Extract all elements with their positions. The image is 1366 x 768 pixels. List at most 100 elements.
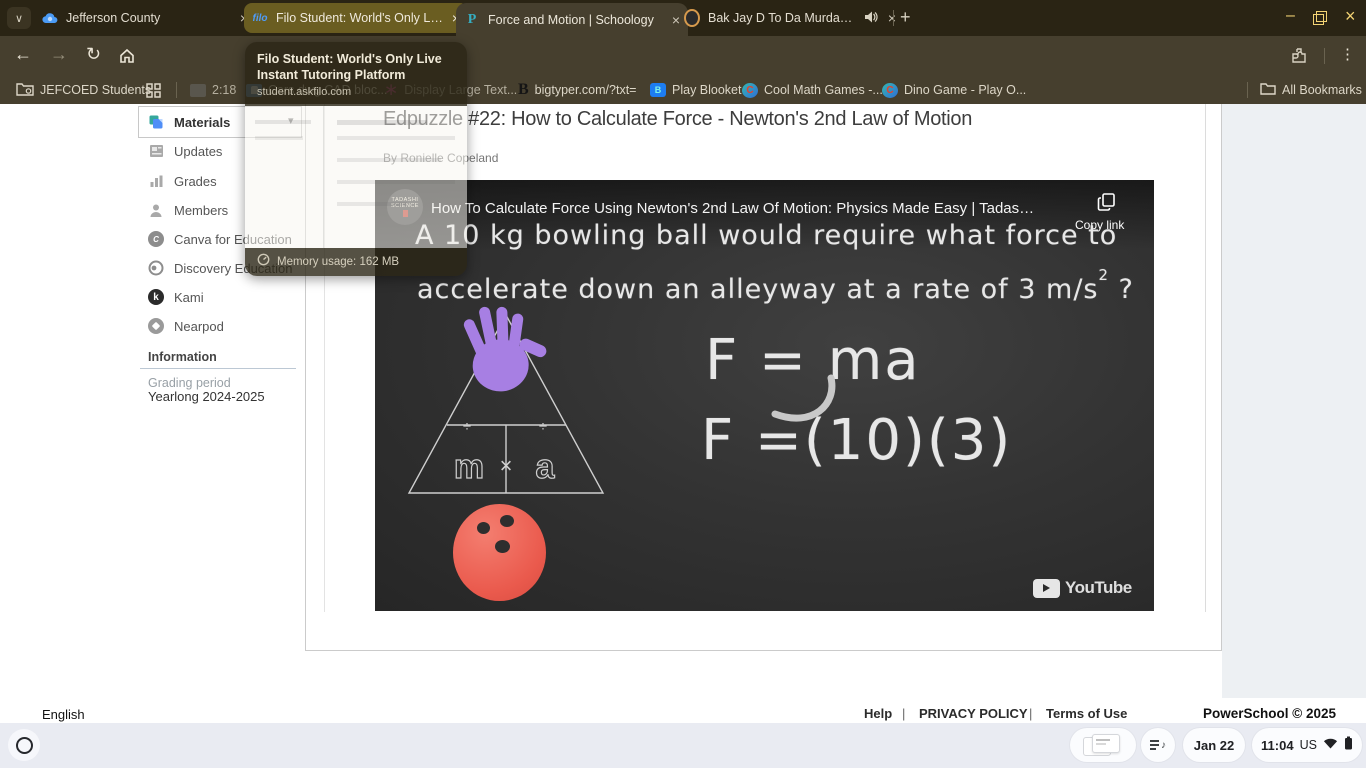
divide-sign: ÷ [539,418,547,435]
forward-icon[interactable]: → [50,44,68,65]
terms-of-use-link[interactable]: Terms of Use [1046,706,1127,721]
bookmark-bigtyper[interactable]: B bigtyper.com/?txt= [518,76,636,104]
sidebar-label: Nearpod [174,318,224,334]
tab-strip: ∨ Jefferson County × filo Filo Student: … [0,0,1366,36]
browser-toolbar: ← → ↻ jefcoed.schoology.com/external_too… [0,36,1366,106]
youtube-play-icon [1033,578,1060,598]
bookmark-label: Dino Game - Play O... [904,83,1027,97]
bookmark-blooket[interactable]: B Play Blooket [650,76,741,104]
apps-grid-icon[interactable] [146,83,161,103]
schoology-page: Materials ▾ Updates Grades Members C Can… [0,104,1366,723]
iframe-scrollbar[interactable] [1205,104,1206,612]
tab-search-icon: ∨ [14,12,24,25]
jefcoed-cloud-icon [42,10,58,26]
filo-icon: filo [252,12,268,24]
launcher-button[interactable] [8,729,40,761]
extensions-icon[interactable] [1290,47,1308,70]
powerschool-copyright: PowerSchool © 2025 [1203,706,1336,721]
board-text: ? [1108,274,1134,305]
blooket-icon: B [650,83,666,97]
audio-playing-icon[interactable] [864,10,878,27]
information-divider [140,368,296,369]
video-title[interactable]: How To Calculate Force Using Newton's 2n… [431,200,1081,217]
calendar-date-button[interactable]: Jan 22 [1183,728,1245,762]
reload-icon[interactable]: ↻ [86,44,101,65]
window-minimize-button[interactable]: – [1286,8,1295,24]
copy-link-icon[interactable] [1097,192,1117,217]
memory-usage-label: Memory usage: 162 MB [277,256,400,268]
menu-icon[interactable]: ⋮ [1340,45,1355,63]
close-tab-icon[interactable]: × [888,10,896,26]
bookmark-jefcoed-folder[interactable]: JEFCOED Students [16,76,151,104]
preview-header: Filo Student: World's Only Live Instant … [245,42,467,106]
divide-sign: ÷ [463,418,471,435]
tab-search-button[interactable]: ∨ [7,7,31,29]
battery-icon [1344,736,1353,755]
tab-filo-student[interactable]: filo Filo Student: World's Only Live × [244,3,468,33]
tab-title: Force and Motion | Schoology [488,12,654,27]
sidebar-item-nearpod[interactable]: Nearpod [148,312,298,340]
sidebar-label: Members [174,202,229,218]
sidebar-label: Grades [174,173,217,189]
bookmark-label: All Bookmarks [1282,83,1362,97]
youtube-watermark[interactable]: YouTube [1033,578,1132,598]
input-method-label: US [1299,738,1317,752]
triangle-a: a [536,448,556,486]
bookmark-dino-game[interactable]: C Dino Game - Play O... [882,76,1026,104]
nearpod-icon [148,318,164,334]
tab-schoology-active[interactable]: P Force and Motion | Schoology × [456,3,688,36]
toolbar-divider [1324,48,1325,64]
chromeos-shelf: ♪ Jan 22 11:04 US [0,723,1366,768]
privacy-policy-link[interactable]: PRIVACY POLICY [919,706,1028,721]
preview-domain: student.askfilo.com [257,86,352,98]
tab-jefferson-county[interactable]: Jefferson County × [34,3,256,33]
bookmarks-bar: JEFCOED Students 2:18 Cars dwg CAD bloc.… [0,76,1366,104]
status-tray[interactable]: 11:04 US [1252,728,1362,762]
materials-icon [148,114,164,130]
tab-title: Jefferson County [66,11,161,25]
grading-period-label: Grading period [148,376,231,390]
bookmark-label: Cool Math Games -... [764,83,883,97]
footer-separator: | [902,706,906,721]
coolmath-icon: C [742,82,758,98]
sidebar-label: Kami [174,289,204,305]
tab-music[interactable]: Bak Jay D To Da Murda Ft × [676,3,904,33]
triangle-m: m [454,448,484,486]
youtube-video-player[interactable]: TADASHI SCIENCE How To Calculate Force U… [375,180,1154,611]
sidebar-item-kami[interactable]: k Kami [148,283,298,311]
bookmark-218[interactable]: 2:18 [190,76,236,104]
date-label: Jan 22 [1193,737,1235,753]
window-close-button[interactable]: × [1345,7,1356,25]
information-heading: Information [148,350,217,364]
bookmark-coolmath[interactable]: C Cool Math Games -... [742,76,883,104]
bookmark-label: bigtyper.com/?txt= [534,83,637,97]
tab-title: Filo Student: World's Only Live [276,11,444,25]
preview-footer: Memory usage: 162 MB [245,248,467,276]
media-controls-button[interactable]: ♪ [1141,728,1175,762]
new-tab-button[interactable]: + [900,7,911,28]
assignment-title: Edpuzzle #22: How to Calculate Force - N… [383,108,973,130]
back-icon[interactable]: ← [14,44,32,65]
schoology-powerschool-icon: P [467,11,477,27]
window-restore-button[interactable] [1313,11,1327,25]
help-link[interactable]: Help [864,706,892,721]
bookmark-label: Play Blooket [672,83,742,97]
all-bookmarks-button[interactable]: All Bookmarks [1260,76,1362,104]
grading-period-value: Yearlong 2024-2025 [148,389,265,404]
preview-thumbnail [245,106,467,248]
clock-label: 11:04 [1261,737,1294,753]
tab-divider [893,10,894,26]
sidebar-label: Materials [174,114,231,130]
music-site-icon [684,9,700,27]
bookmarks-divider [176,82,177,98]
memory-gauge-icon [257,253,270,271]
home-icon[interactable] [118,47,136,70]
language-selector[interactable]: English [42,707,85,722]
bigtyper-icon: B [518,81,529,98]
triangle-times: × [500,453,513,478]
notification-tray[interactable] [1070,728,1136,762]
updates-icon [148,143,164,159]
footer-separator: | [1029,706,1033,721]
music-note-icon: ♪ [1161,739,1166,751]
canva-icon: C [148,231,164,247]
